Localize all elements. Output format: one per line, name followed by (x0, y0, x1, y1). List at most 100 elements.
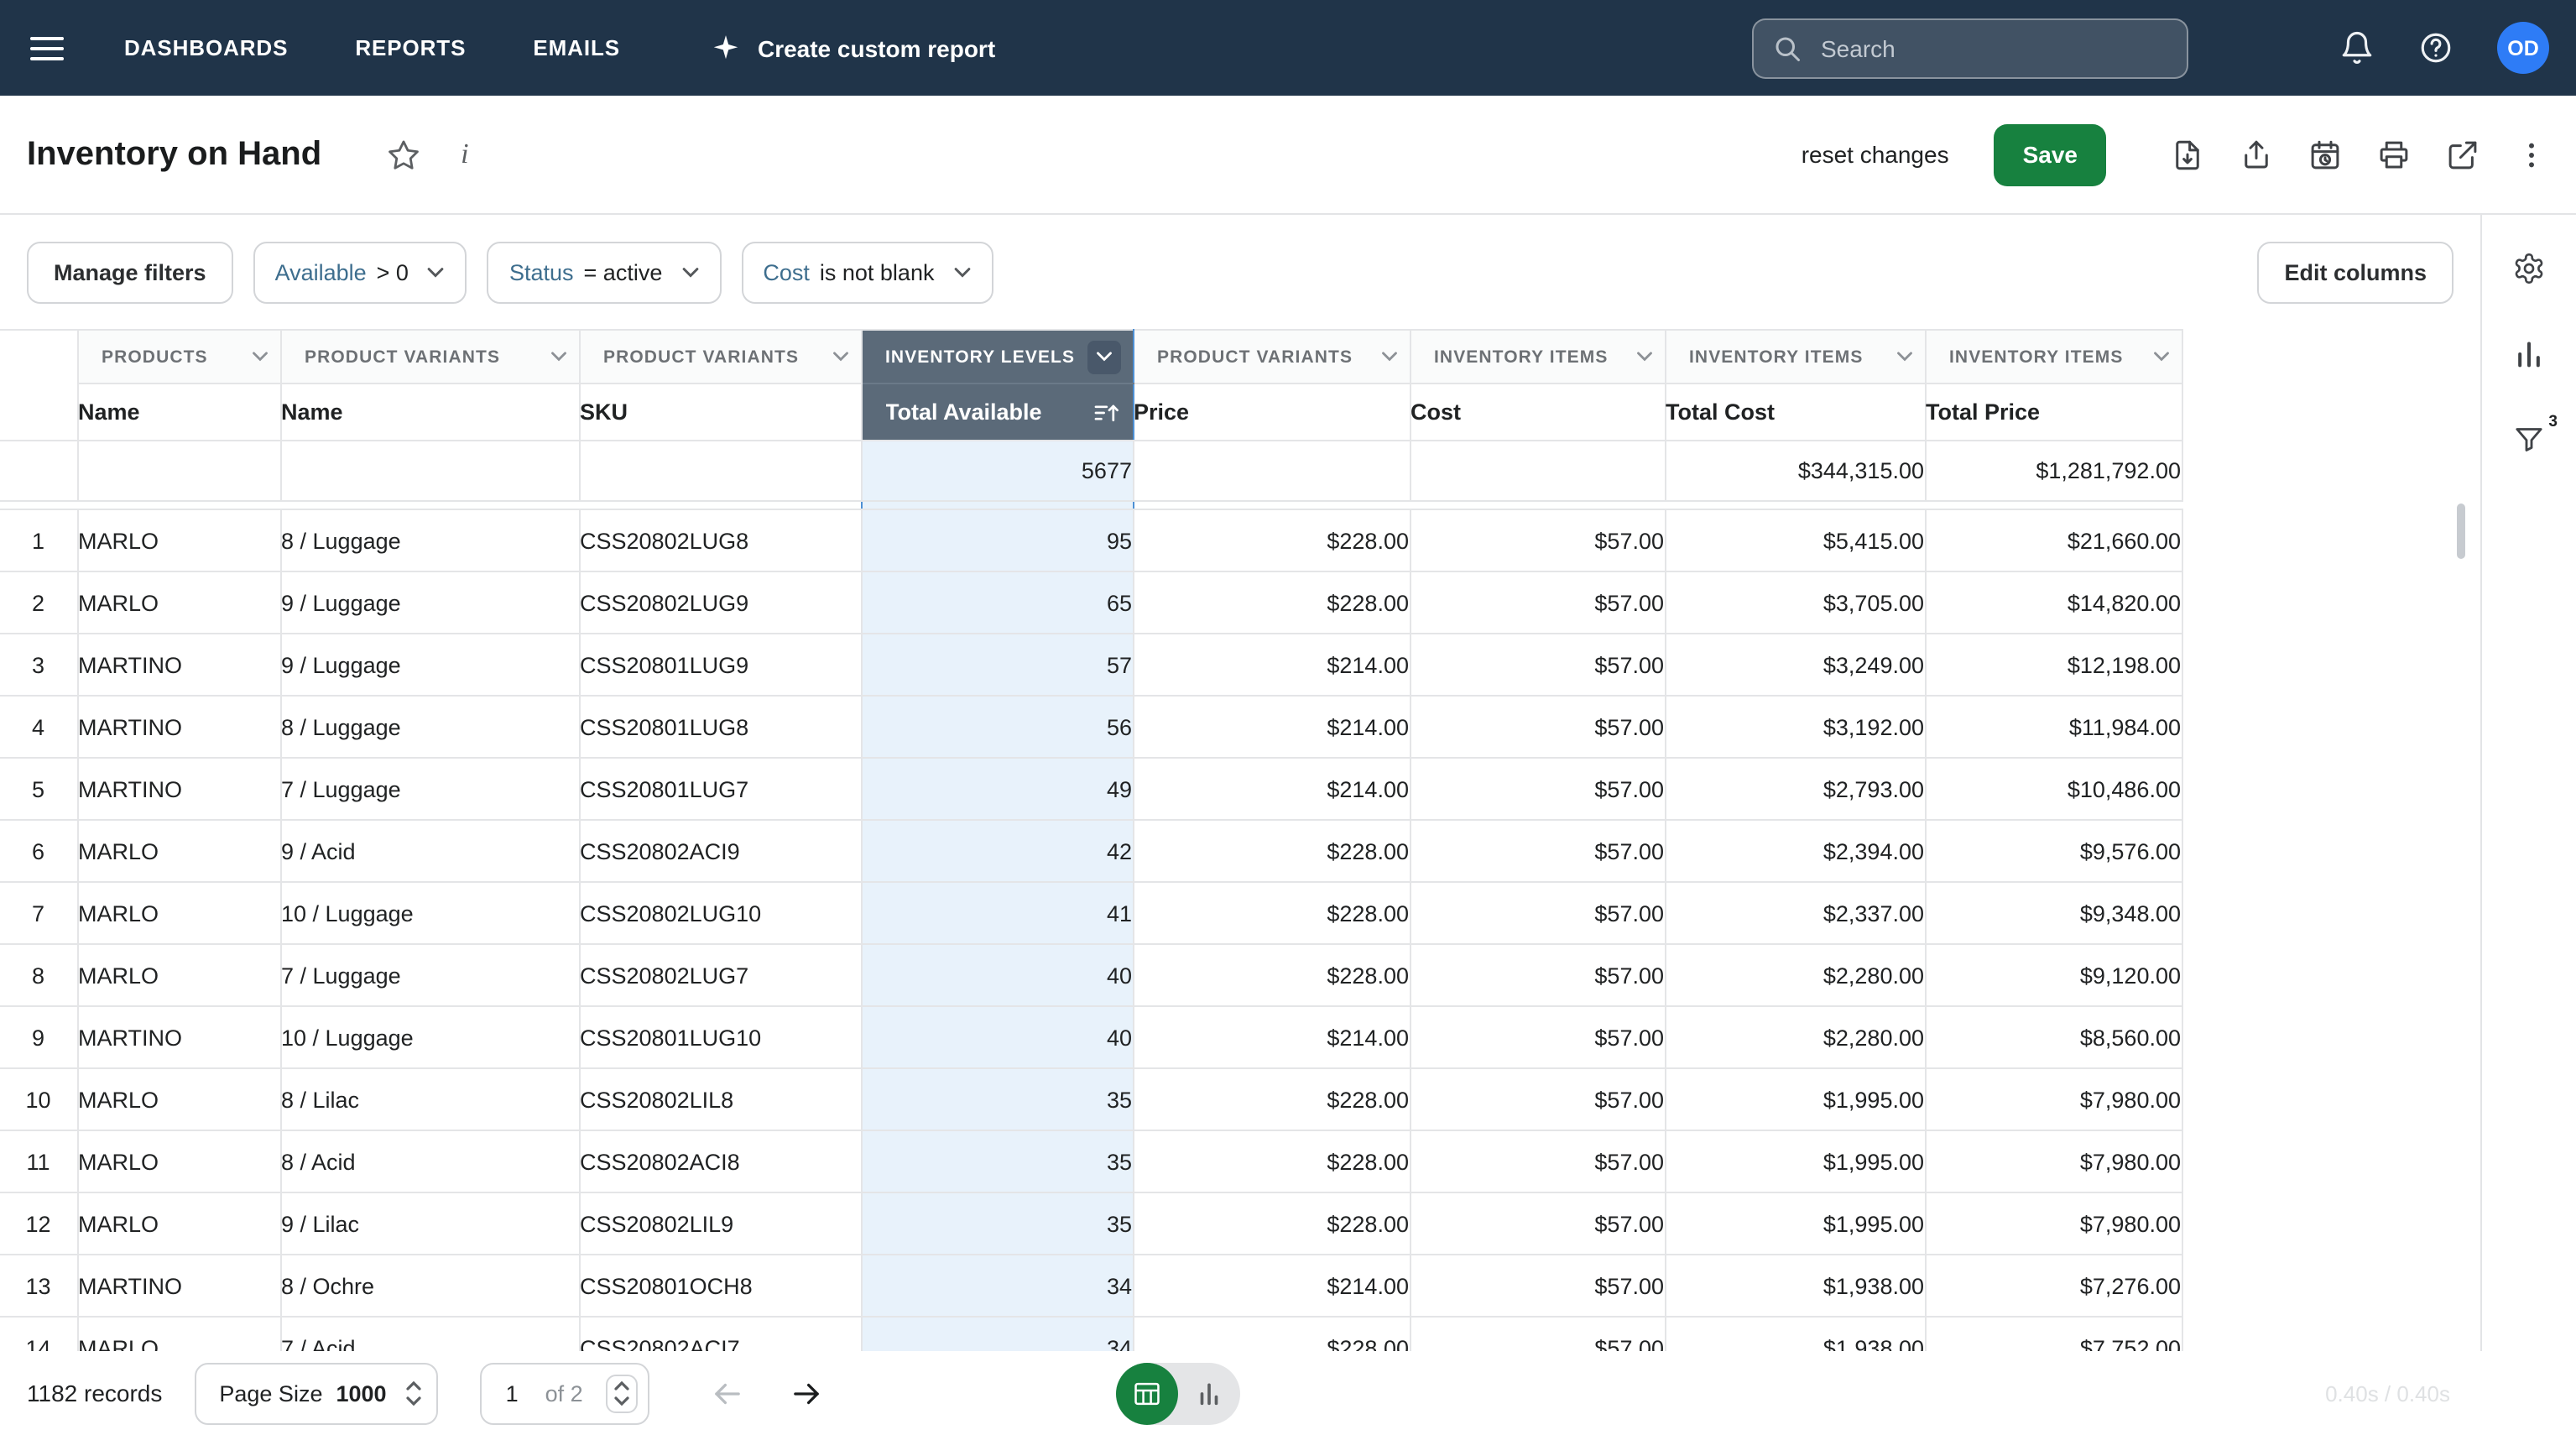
filter-chip-cost[interactable]: Cost is not blank (741, 242, 993, 304)
bell-icon[interactable] (2339, 30, 2375, 65)
totals-total-cost: $344,315.00 (1665, 441, 1926, 502)
table-row[interactable]: 13 MARTINO 8 / Ochre CSS20801OCH8 34 $21… (0, 1255, 2182, 1318)
workspace: Manage filters Available > 0 Status = ac… (0, 215, 2576, 1351)
chart-view-toggle[interactable] (1178, 1379, 1240, 1407)
cell-price: $228.00 (1133, 882, 1411, 945)
chevron-down-icon[interactable] (251, 351, 268, 363)
funnel-filters-icon[interactable]: 3 (2512, 413, 2558, 457)
group-header-inventory-items-total-price[interactable]: INVENTORY ITEMS (1925, 329, 2182, 384)
group-header-product-variants-sku[interactable]: PRODUCT VARIANTS (579, 329, 862, 384)
page-size-stepper[interactable] (406, 1380, 422, 1406)
title-actions: reset changes Save (1802, 123, 2549, 185)
cell-price: $214.00 (1133, 1255, 1411, 1318)
group-header-inventory-levels[interactable]: INVENTORY LEVELS (860, 329, 1134, 384)
table-view-toggle[interactable] (1116, 1362, 1178, 1424)
cell-product-name: MARTINO (77, 696, 281, 759)
cell-total-price: $7,276.00 (1925, 1255, 2182, 1318)
chevron-down-icon[interactable] (550, 351, 566, 363)
table-row[interactable]: 12 MARLO 9 / Lilac CSS20802LIL9 35 $228.… (0, 1192, 2182, 1255)
column-header-total-cost[interactable]: Total Cost (1665, 384, 1926, 441)
cell-variant-name: 8 / Ochre (280, 1255, 580, 1318)
table-row[interactable]: 6 MARLO 9 / Acid CSS20802ACI9 42 $228.00… (0, 820, 2182, 883)
page-title: Inventory on Hand (27, 135, 322, 172)
nav-item-reports[interactable]: REPORTS (355, 35, 466, 60)
filter-chip-status[interactable]: Status = active (487, 242, 722, 304)
cell-product-name: MARLO (77, 944, 281, 1007)
manage-filters-button[interactable]: Manage filters (27, 242, 233, 304)
filter-chip-available[interactable]: Available > 0 (253, 242, 467, 304)
column-header-product-name[interactable]: Name (77, 384, 281, 441)
table-row[interactable]: 9 MARTINO 10 / Luggage CSS20801LUG10 40 … (0, 1006, 2182, 1069)
cell-total-price: $11,984.00 (1925, 696, 2182, 759)
menu-icon[interactable] (27, 28, 67, 68)
chevron-down-icon[interactable] (1895, 351, 1912, 363)
chevron-down-icon[interactable] (1087, 340, 1120, 373)
vertical-scrollbar-thumb[interactable] (2457, 504, 2465, 559)
nav-item-dashboards[interactable]: DASHBOARDS (124, 35, 288, 60)
save-button[interactable]: Save (1994, 123, 2106, 185)
reset-changes-button[interactable]: reset changes (1802, 141, 1949, 168)
edit-columns-button[interactable]: Edit columns (2257, 242, 2453, 304)
gear-icon[interactable] (2512, 252, 2546, 285)
share-icon[interactable] (2239, 137, 2274, 172)
group-header-inventory-items-total-cost[interactable]: INVENTORY ITEMS (1665, 329, 1926, 384)
primary-nav: DASHBOARDS REPORTS EMAILS (124, 35, 620, 60)
cell-variant-name: 8 / Luggage (280, 509, 580, 572)
cell-total-cost: $2,394.00 (1665, 820, 1926, 883)
table-row[interactable]: 3 MARTINO 9 / Luggage CSS20801LUG9 57 $2… (0, 634, 2182, 697)
cell-total-available: 41 (860, 882, 1134, 945)
avatar[interactable]: OD (2497, 22, 2549, 74)
info-icon[interactable]: i (461, 138, 468, 171)
table-row[interactable]: 8 MARLO 7 / Luggage CSS20802LUG7 40 $228… (0, 944, 2182, 1007)
kebab-menu-icon[interactable] (2514, 137, 2549, 172)
schedule-calendar-icon[interactable] (2307, 137, 2343, 172)
table-row[interactable]: 10 MARLO 8 / Lilac CSS20802LIL8 35 $228.… (0, 1068, 2182, 1131)
cell-sku: CSS20802LUG8 (579, 509, 862, 572)
table-row[interactable]: 11 MARLO 8 / Acid CSS20802ACI8 35 $228.0… (0, 1130, 2182, 1193)
cell-total-available: 56 (860, 696, 1134, 759)
column-header-price[interactable]: Price (1133, 384, 1411, 441)
nav-item-emails[interactable]: EMAILS (533, 35, 620, 60)
chevron-down-icon[interactable] (1380, 351, 1397, 363)
chevron-down-icon[interactable] (2152, 351, 2169, 363)
search-box[interactable] (1752, 18, 2188, 78)
page-number-control[interactable]: 1 of 2 (480, 1362, 650, 1424)
previous-page-arrow-icon[interactable] (711, 1375, 746, 1411)
next-page-arrow-icon[interactable] (790, 1375, 825, 1411)
column-header-cost[interactable]: Cost (1410, 384, 1666, 441)
cell-total-cost: $1,938.00 (1665, 1255, 1926, 1318)
search-input[interactable] (1817, 33, 2168, 63)
cell-price: $228.00 (1133, 820, 1411, 883)
sort-ascending-icon[interactable] (1092, 399, 1119, 425)
table-row[interactable]: 2 MARLO 9 / Luggage CSS20802LUG9 65 $228… (0, 571, 2182, 634)
group-header-inventory-items-cost[interactable]: INVENTORY ITEMS (1410, 329, 1666, 384)
page-stepper[interactable] (606, 1374, 639, 1412)
column-header-total-available[interactable]: Total Available (860, 384, 1134, 441)
chevron-down-icon[interactable] (1635, 351, 1652, 363)
table-row[interactable]: 1 MARLO 8 / Luggage CSS20802LUG8 95 $228… (0, 509, 2182, 572)
group-header-product-variants-price[interactable]: PRODUCT VARIANTS (1133, 329, 1411, 384)
cell-total-price: $12,198.00 (1925, 634, 2182, 697)
favorite-star-icon[interactable] (385, 137, 420, 172)
help-icon[interactable] (2418, 30, 2453, 65)
export-file-icon[interactable] (2170, 137, 2205, 172)
create-custom-report-button[interactable]: Create custom report (711, 32, 995, 64)
table-row[interactable]: 14 MARLO 7 / Acid CSS20802ACI7 34 $228.0… (0, 1317, 2182, 1351)
cell-cost: $57.00 (1410, 634, 1666, 697)
page-size-control[interactable]: Page Size 1000 (194, 1362, 439, 1424)
table-row[interactable]: 5 MARTINO 7 / Luggage CSS20801LUG7 49 $2… (0, 758, 2182, 821)
cell-total-cost: $2,280.00 (1665, 1006, 1926, 1069)
table-row[interactable]: 4 MARTINO 8 / Luggage CSS20801LUG8 56 $2… (0, 696, 2182, 759)
cell-cost: $57.00 (1410, 571, 1666, 634)
bar-chart-icon[interactable] (2512, 337, 2546, 371)
cell-sku: CSS20802LIL8 (579, 1068, 862, 1131)
open-external-icon[interactable] (2445, 137, 2480, 172)
print-icon[interactable] (2376, 137, 2412, 172)
group-header-product-variants-name[interactable]: PRODUCT VARIANTS (280, 329, 580, 384)
chevron-down-icon[interactable] (832, 351, 848, 363)
group-header-products[interactable]: PRODUCTS (77, 329, 281, 384)
column-header-variant-name[interactable]: Name (280, 384, 580, 441)
column-header-total-price[interactable]: Total Price (1925, 384, 2182, 441)
column-header-sku[interactable]: SKU (579, 384, 862, 441)
table-row[interactable]: 7 MARLO 10 / Luggage CSS20802LUG10 41 $2… (0, 882, 2182, 945)
